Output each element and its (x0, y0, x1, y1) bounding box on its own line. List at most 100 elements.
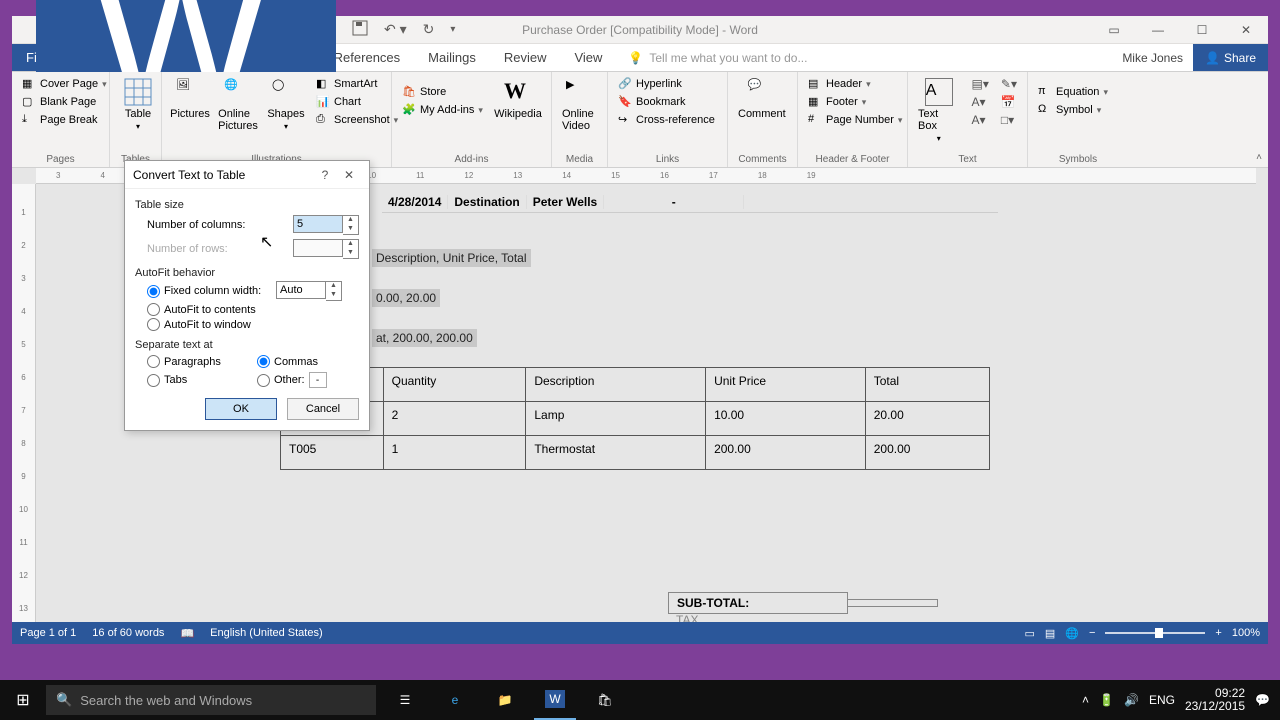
task-view-button[interactable]: ☰ (384, 680, 426, 720)
tell-me-search[interactable]: 💡 Tell me what you want to do... (616, 44, 807, 71)
equation-button[interactable]: πEquation (1034, 84, 1112, 100)
online-pictures-button[interactable]: 🌐Online Pictures (216, 76, 260, 134)
footer-button[interactable]: ▦Footer (804, 94, 906, 110)
zoom-level[interactable]: 100% (1232, 627, 1260, 639)
tray-overflow-icon[interactable]: ˄ (1082, 693, 1089, 707)
spin-up-icon[interactable]: ▲ (343, 216, 358, 225)
tab-view[interactable]: View (560, 44, 616, 71)
drop-cap-button[interactable]: A▾ (968, 112, 993, 128)
header-date: 4/28/2014 (382, 195, 448, 209)
vertical-ruler[interactable]: 12345678910111213141516 (12, 184, 36, 622)
autofit-contents-radio[interactable] (147, 303, 160, 316)
tab-review[interactable]: Review (490, 44, 561, 71)
hyperlink-label: Hyperlink (636, 78, 682, 90)
taskbar-explorer-icon[interactable]: 📁 (484, 680, 526, 720)
status-word-count[interactable]: 16 of 60 words (92, 627, 164, 639)
collapse-ribbon-button[interactable]: ˄ (1256, 152, 1262, 163)
table-cell: 200.00 (706, 436, 866, 470)
close-button[interactable]: ✕ (1224, 16, 1268, 44)
fixed-width-radio[interactable] (147, 285, 160, 298)
sep-commas-radio[interactable] (257, 355, 270, 368)
fixed-width-spinner[interactable]: ▲▼ (276, 281, 342, 301)
taskbar-edge-icon[interactable]: e (434, 680, 476, 720)
wikipedia-button[interactable]: WWikipedia (491, 76, 545, 122)
ribbon-display-options-button[interactable]: ▭ (1092, 16, 1136, 44)
share-button[interactable]: 👤 Share (1193, 44, 1268, 71)
selected-text-2: 0.00, 20.00 (372, 289, 440, 307)
taskbar-word-icon[interactable]: W (534, 680, 576, 720)
text-box-button[interactable]: AText Box▾ (914, 76, 964, 145)
tax-label: TAX (668, 613, 938, 622)
tray-notifications-icon[interactable]: 💬 (1255, 693, 1270, 707)
tray-language[interactable]: ENG (1149, 693, 1175, 707)
section-table-size: Table size (135, 199, 359, 211)
num-columns-spinner[interactable]: ▲▼ (293, 215, 359, 235)
object-button[interactable]: □▾ (997, 112, 1021, 128)
pictures-button[interactable]: 🖼Pictures (168, 76, 212, 122)
fixed-width-label: Fixed column width: (164, 285, 272, 297)
qat-undo-button[interactable]: ↶ ▾ (384, 21, 407, 38)
dialog-help-button[interactable]: ? (313, 168, 337, 182)
page-break-button[interactable]: ⤓Page Break (18, 112, 111, 128)
wordart-button[interactable]: A▾ (968, 94, 993, 110)
minimize-button[interactable]: ― (1136, 16, 1180, 44)
ribbon-insert: ▦Cover Page ▢Blank Page ⤓Page Break Page… (12, 72, 1268, 168)
sep-commas-label: Commas (274, 356, 318, 368)
table-header-cell: Quantity (383, 368, 526, 402)
group-addins-label: Add-ins (398, 152, 545, 165)
fixed-width-input[interactable] (276, 281, 326, 299)
cover-page-button[interactable]: ▦Cover Page (18, 76, 111, 92)
sep-other-radio[interactable] (257, 374, 270, 387)
bookmark-button[interactable]: 🔖Bookmark (614, 94, 719, 110)
smartart-button[interactable]: ◧SmartArt (312, 76, 402, 92)
tray-volume-icon[interactable]: 🔊 (1124, 693, 1139, 707)
qat-redo-button[interactable]: ↻ (423, 21, 435, 38)
zoom-out-button[interactable]: − (1089, 627, 1095, 639)
maximize-button[interactable]: ☐ (1180, 16, 1224, 44)
screenshot-button[interactable]: ⎙Screenshot (312, 112, 402, 128)
shapes-button[interactable]: ◯Shapes▾ (264, 76, 308, 133)
start-button[interactable]: ⊞ (0, 690, 46, 710)
status-page[interactable]: Page 1 of 1 (20, 627, 76, 639)
zoom-slider[interactable] (1105, 632, 1205, 634)
spin-down-icon[interactable]: ▼ (343, 225, 358, 234)
num-columns-input[interactable] (293, 215, 343, 233)
my-addins-button[interactable]: 🧩My Add-ins (398, 102, 487, 118)
sep-paragraphs-radio[interactable] (147, 355, 160, 368)
cancel-button[interactable]: Cancel (287, 398, 359, 420)
store-button[interactable]: 🛍Store (398, 84, 487, 100)
read-mode-button[interactable]: ▭ (1024, 627, 1034, 640)
status-language[interactable]: English (United States) (210, 627, 323, 639)
taskbar-store-icon[interactable]: 🛍 (584, 680, 626, 720)
dialog-close-button[interactable]: ✕ (337, 168, 361, 182)
qat-customize-button[interactable]: ▾ (450, 24, 455, 35)
blank-page-button[interactable]: ▢Blank Page (18, 94, 111, 110)
symbol-button[interactable]: ΩSymbol (1034, 102, 1112, 118)
signature-line-button[interactable]: ✎▾ (997, 76, 1021, 92)
qat-save-button[interactable] (352, 20, 368, 39)
sep-other-input[interactable] (309, 372, 327, 388)
date-time-button[interactable]: 📅 (997, 94, 1021, 110)
sep-tabs-radio[interactable] (147, 374, 160, 387)
group-pages-label: Pages (18, 152, 103, 165)
chart-button[interactable]: 📊Chart (312, 94, 402, 110)
signed-in-user[interactable]: Mike Jones (1112, 44, 1193, 71)
zoom-in-button[interactable]: + (1215, 627, 1221, 639)
ok-button[interactable]: OK (205, 398, 277, 420)
autofit-window-radio[interactable] (147, 318, 160, 331)
page-number-button[interactable]: #Page Number (804, 112, 906, 128)
hyperlink-button[interactable]: 🔗Hyperlink (614, 76, 719, 92)
header-button[interactable]: ▤Header (804, 76, 906, 92)
tray-battery-icon[interactable]: 🔋 (1099, 693, 1114, 707)
web-layout-button[interactable]: 🌐 (1065, 627, 1079, 640)
comment-button[interactable]: 💬Comment (734, 76, 790, 122)
cross-reference-button[interactable]: ↪Cross-reference (614, 112, 719, 128)
symbol-label: Symbol (1056, 104, 1093, 116)
tray-clock[interactable]: 09:22 23/12/2015 (1185, 687, 1245, 713)
taskbar-search[interactable]: 🔍 Search the web and Windows (46, 685, 376, 715)
table-button[interactable]: Table▾ (116, 76, 160, 133)
online-video-button[interactable]: ▶Online Video (558, 76, 602, 134)
print-layout-button[interactable]: ▤ (1045, 627, 1055, 640)
spellcheck-icon[interactable]: 📖 (180, 627, 194, 640)
quick-parts-button[interactable]: ▤▾ (968, 76, 993, 92)
